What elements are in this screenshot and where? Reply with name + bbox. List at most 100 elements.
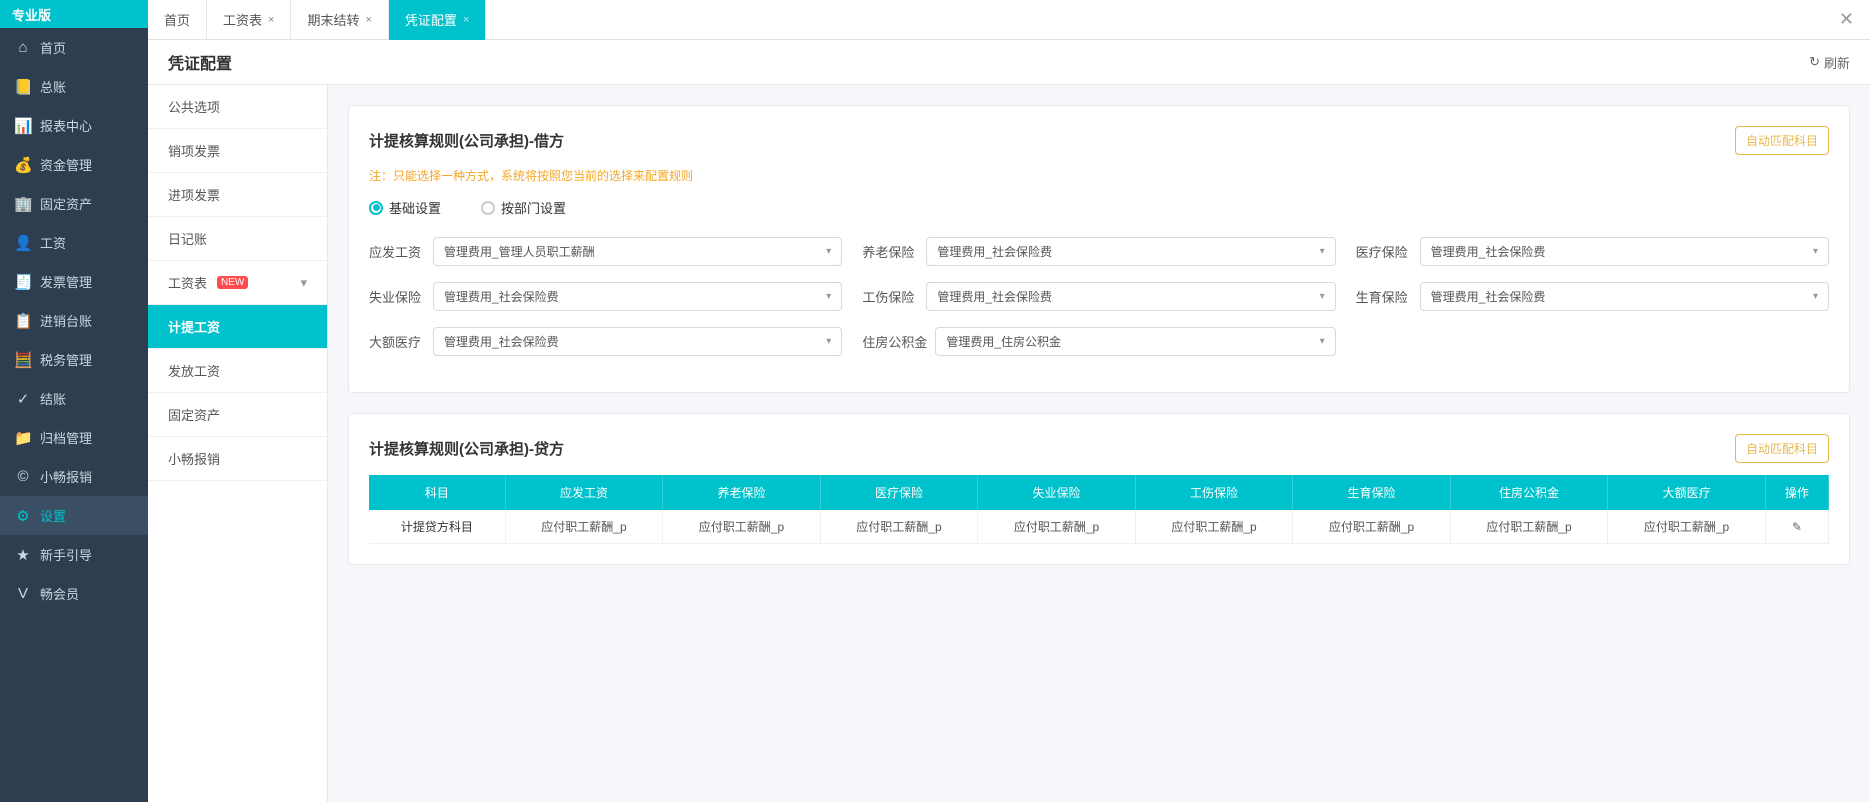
nav-item-label: 固定资产: [168, 405, 220, 424]
nav-item-sales-invoice[interactable]: 销项发票: [148, 129, 327, 173]
nav-item-purchase-invoice[interactable]: 进项发票: [148, 173, 327, 217]
assets-icon: 🏢: [14, 195, 32, 213]
reports-icon: 📊: [14, 117, 32, 135]
nav-item-payroll-table[interactable]: 工资表 NEW ▾: [148, 261, 327, 305]
pension-select[interactable]: 管理费用_社会保险费 ▾: [926, 237, 1335, 266]
nav-item-calc-salary[interactable]: 计提工资: [148, 305, 327, 349]
nav-item-fixed-assets[interactable]: 固定资产: [148, 393, 327, 437]
tab-bar: 首页 工资表 × 期末结转 × 凭证配置 × ✕: [148, 0, 1870, 40]
nav-item-label: 公共选项: [168, 97, 220, 116]
close-all-button[interactable]: ✕: [1839, 9, 1870, 30]
sidebar-item-guide[interactable]: ★ 新手引导: [0, 535, 148, 574]
cell-major-medical: 应付职工薪酬_p: [1608, 510, 1766, 544]
radio-dept[interactable]: 按部门设置: [481, 198, 566, 217]
housing-fund-value: 管理费用_住房公积金: [946, 333, 1315, 350]
major-medical-value: 管理费用_社会保险费: [444, 333, 822, 350]
page-header: 凭证配置 ↻ 刷新: [148, 40, 1870, 85]
chevron-down-icon: ▾: [1320, 336, 1325, 347]
home-icon: ⌂: [14, 39, 32, 56]
guide-icon: ★: [14, 546, 32, 564]
archive-icon: 📁: [14, 429, 32, 447]
unemployment-select[interactable]: 管理费用_社会保险费 ▾: [433, 282, 842, 311]
cell-gross-salary: 应付职工薪酬_p: [505, 510, 663, 544]
credit-auto-match-button[interactable]: 自动匹配科目: [1735, 434, 1829, 463]
nav-item-pay-salary[interactable]: 发放工资: [148, 349, 327, 393]
pension-label: 养老保险: [862, 242, 918, 261]
cell-unemployment: 应付职工薪酬_p: [978, 510, 1136, 544]
work-injury-select[interactable]: 管理费用_社会保险费 ▾: [926, 282, 1335, 311]
field-medical: 医疗保险 管理费用_社会保险费 ▾: [1356, 237, 1829, 266]
sidebar-item-tax-mgmt[interactable]: 🧮 税务管理: [0, 340, 148, 379]
nav-item-public-options[interactable]: 公共选项: [148, 85, 327, 129]
sidebar: 专业版 ⌂ 首页 📒 总账 📊 报表中心 💰 资金管理 🏢 固定资产 👤 工资 …: [0, 0, 148, 802]
tab-payroll-close[interactable]: ×: [268, 14, 274, 26]
invoice-icon: 🧾: [14, 273, 32, 291]
tab-period-close-label: 期末结转: [307, 10, 359, 29]
sidebar-item-general-ledger[interactable]: 📒 总账: [0, 67, 148, 106]
sidebar-item-member[interactable]: V 畅会员: [0, 574, 148, 613]
sidebar-item-funds[interactable]: 💰 资金管理: [0, 145, 148, 184]
tab-home[interactable]: 首页: [148, 0, 207, 40]
sidebar-item-settings[interactable]: ⚙ 设置: [0, 496, 148, 535]
sidebar-item-home[interactable]: ⌂ 首页: [0, 28, 148, 67]
radio-dept-circle: [481, 201, 495, 215]
nav-item-journal[interactable]: 日记账: [148, 217, 327, 261]
sidebar-item-purchase-sales[interactable]: 📋 进销台账: [0, 301, 148, 340]
tab-voucher-config[interactable]: 凭证配置 ×: [389, 0, 486, 40]
cell-action[interactable]: ✎: [1765, 510, 1828, 544]
cell-work-injury: 应付职工薪酬_p: [1135, 510, 1293, 544]
credit-section-header: 计提核算规则(公司承担)-贷方 自动匹配科目: [369, 434, 1829, 463]
housing-fund-select[interactable]: 管理费用_住房公积金 ▾: [935, 327, 1335, 356]
tax-icon: 🧮: [14, 351, 32, 369]
sidebar-item-settlement[interactable]: ✓ 结账: [0, 379, 148, 418]
unemployment-label: 失业保险: [369, 287, 425, 306]
chevron-down-icon: ▾: [826, 336, 831, 347]
nav-item-xc-expense[interactable]: 小畅报销: [148, 437, 327, 481]
debit-auto-match-button[interactable]: 自动匹配科目: [1735, 126, 1829, 155]
gross-salary-select[interactable]: 管理费用_管理人员职工薪酬 ▾: [433, 237, 842, 266]
table-header-row: 科目 应发工资 养老保险 医疗保险 失业保险 工伤保险 生育保险 住房公积金 大…: [369, 475, 1829, 510]
field-major-medical: 大额医疗 管理费用_社会保险费 ▾: [369, 327, 842, 356]
debit-title: 计提核算规则(公司承担)-借方: [369, 130, 564, 151]
right-content: 计提核算规则(公司承担)-借方 自动匹配科目 注：只能选择一种方式，系统将按照您…: [328, 85, 1870, 802]
tab-period-close-close[interactable]: ×: [365, 14, 371, 26]
radio-basic[interactable]: 基础设置: [369, 198, 441, 217]
col-major-medical: 大额医疗: [1608, 475, 1766, 510]
sidebar-item-archive[interactable]: 📁 归档管理: [0, 418, 148, 457]
col-medical: 医疗保险: [820, 475, 978, 510]
funds-icon: 💰: [14, 156, 32, 174]
edit-icon[interactable]: ✎: [1792, 520, 1802, 534]
col-pension: 养老保险: [663, 475, 821, 510]
credit-section: 计提核算规则(公司承担)-贷方 自动匹配科目 科目 应发工资 养老保险 医疗保险…: [348, 413, 1850, 565]
sidebar-item-label: 税务管理: [40, 350, 92, 369]
nav-item-label: 工资表: [168, 273, 207, 292]
col-maternity: 生育保险: [1293, 475, 1451, 510]
sidebar-item-label: 总账: [40, 77, 66, 96]
sidebar-item-xc-report[interactable]: © 小畅报销: [0, 457, 148, 496]
medical-select[interactable]: 管理费用_社会保险费 ▾: [1420, 237, 1829, 266]
cell-unemployment-value: 应付职工薪酬_p: [1002, 518, 1112, 535]
maternity-select[interactable]: 管理费用_社会保险费 ▾: [1420, 282, 1829, 311]
work-injury-value: 管理费用_社会保险费: [937, 288, 1315, 305]
tab-period-close[interactable]: 期末结转 ×: [291, 0, 388, 40]
page-title: 凭证配置: [168, 50, 232, 74]
major-medical-select[interactable]: 管理费用_社会保险费 ▾: [433, 327, 842, 356]
col-action: 操作: [1765, 475, 1828, 510]
sidebar-item-salary[interactable]: 👤 工资: [0, 223, 148, 262]
sidebar-item-label: 结账: [40, 389, 66, 408]
sidebar-item-invoice-mgmt[interactable]: 🧾 发票管理: [0, 262, 148, 301]
major-medical-label: 大额医疗: [369, 332, 425, 351]
field-unemployment: 失业保险 管理费用_社会保险费 ▾: [369, 282, 842, 311]
refresh-button[interactable]: ↻ 刷新: [1809, 53, 1850, 72]
cell-medical-value: 应付职工薪酬_p: [844, 518, 954, 535]
sidebar-item-reports[interactable]: 📊 报表中心: [0, 106, 148, 145]
debit-radio-group: 基础设置 按部门设置: [369, 198, 1829, 217]
tab-voucher-config-close[interactable]: ×: [463, 14, 469, 26]
nav-item-label: 销项发票: [168, 141, 220, 160]
gross-salary-value: 管理费用_管理人员职工薪酬: [444, 243, 822, 260]
cell-subject: 计提贷方科目: [369, 510, 505, 544]
sidebar-item-fixed-assets[interactable]: 🏢 固定资产: [0, 184, 148, 223]
cell-housing-fund: 应付职工薪酬_p: [1450, 510, 1608, 544]
tab-payroll[interactable]: 工资表 ×: [207, 0, 291, 40]
credit-title: 计提核算规则(公司承担)-贷方: [369, 438, 564, 459]
